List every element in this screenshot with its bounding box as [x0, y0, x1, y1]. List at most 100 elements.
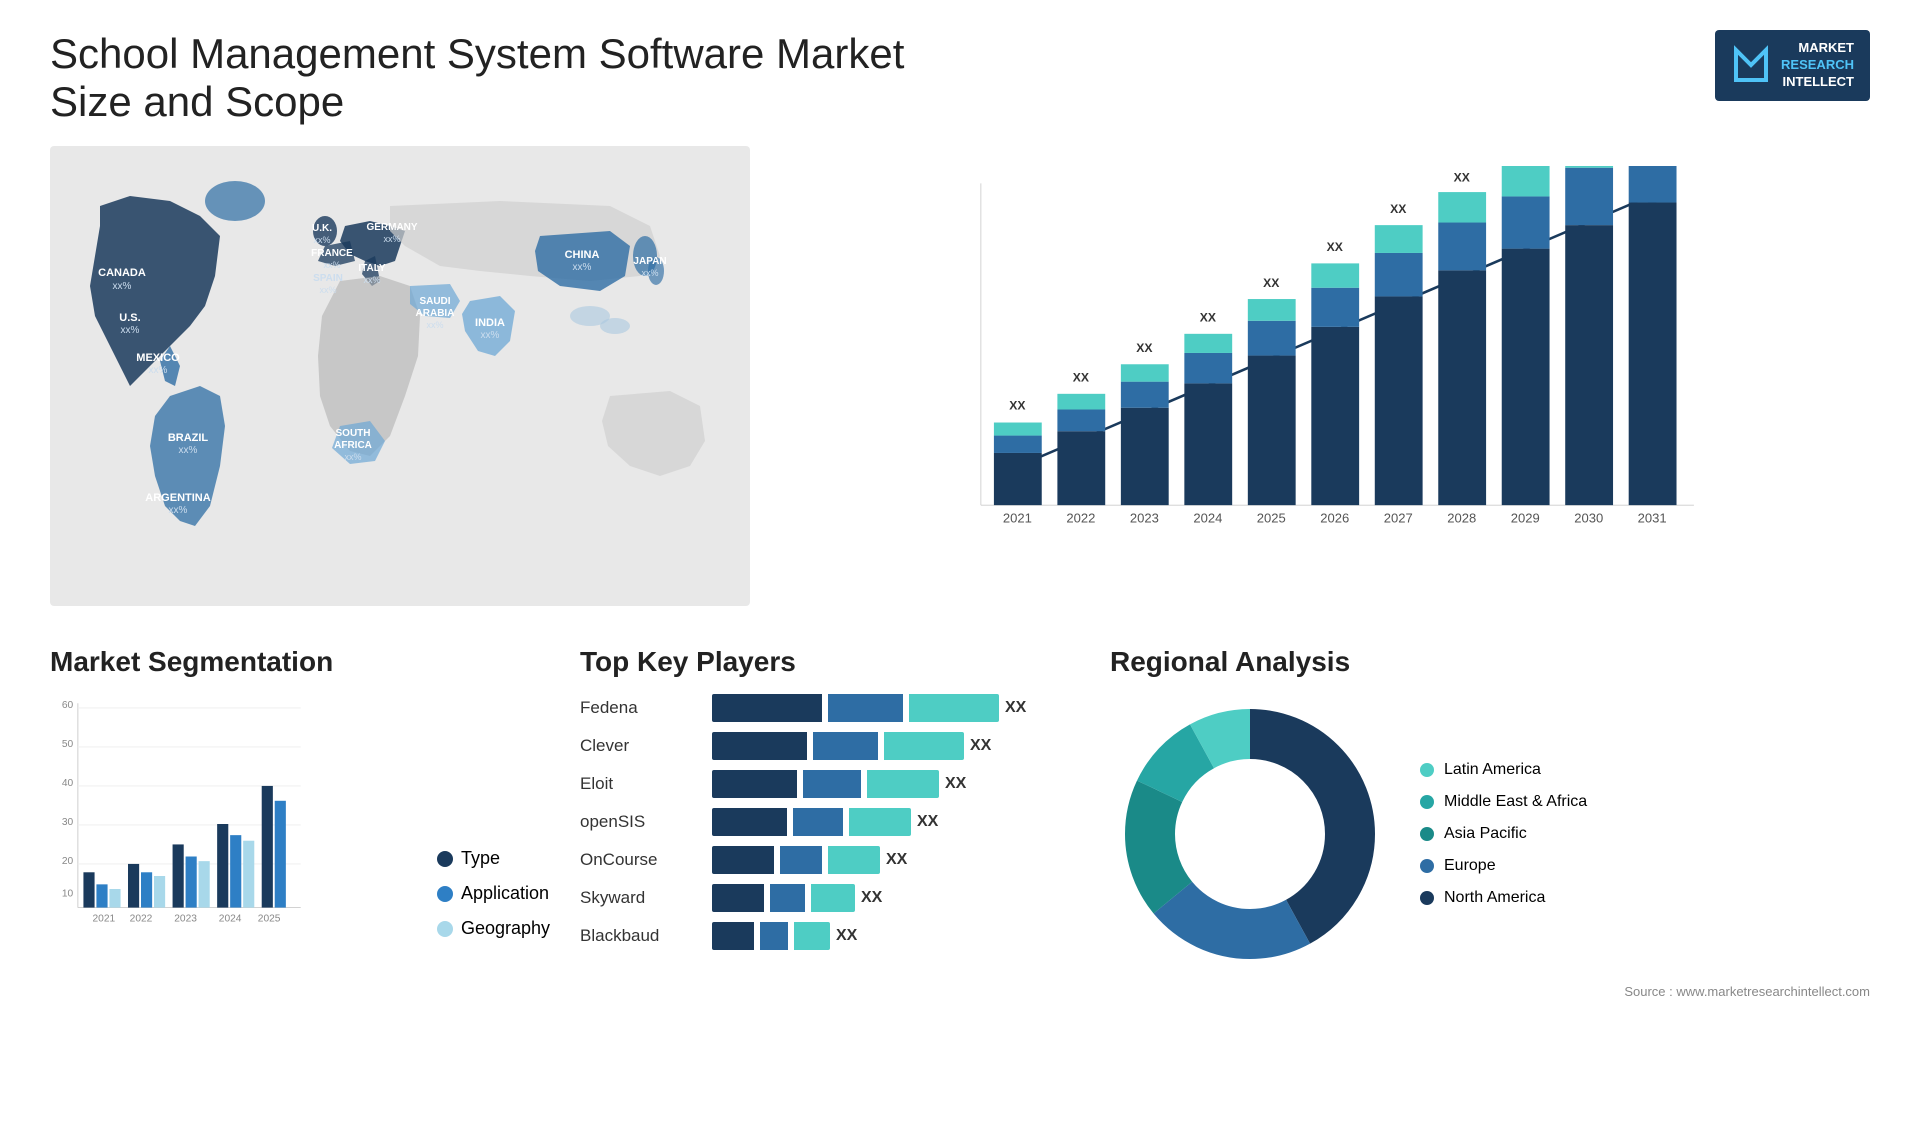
svg-text:xx%: xx% [319, 285, 336, 295]
legend-north-america: North America [1420, 889, 1587, 907]
player-value-eloit: XX [945, 775, 966, 793]
growth-chart-svg: XX XX XX XX XX [800, 166, 1840, 566]
bar-mid [760, 922, 788, 950]
donut-wrapper [1110, 694, 1390, 974]
dot-latin-america [1420, 763, 1434, 777]
bar-mid [813, 732, 878, 760]
svg-text:SOUTH: SOUTH [336, 428, 371, 439]
player-value-opensis: XX [917, 813, 938, 831]
svg-text:XX: XX [1073, 371, 1089, 385]
player-name-skyward: Skyward [580, 888, 700, 908]
svg-text:2031: 2031 [1638, 511, 1667, 526]
svg-text:MEXICO: MEXICO [136, 352, 180, 364]
player-value-skyward: XX [861, 889, 882, 907]
svg-text:AFRICA: AFRICA [334, 440, 372, 451]
svg-text:2030: 2030 [1574, 511, 1603, 526]
bar-mid [780, 846, 822, 874]
bar-light [849, 808, 911, 836]
legend-dot-type [437, 851, 453, 867]
page-wrapper: School Management System Software Market… [0, 0, 1920, 1146]
legend-middle-east: Middle East & Africa [1420, 793, 1587, 811]
svg-text:xx%: xx% [121, 325, 140, 336]
bar-light [867, 770, 939, 798]
svg-text:xx%: xx% [383, 234, 400, 244]
player-value-clever: XX [970, 737, 991, 755]
bar-mid [803, 770, 861, 798]
svg-text:XX: XX [1454, 171, 1470, 185]
regional-legend: Latin America Middle East & Africa Asia … [1420, 761, 1587, 907]
svg-text:XX: XX [1200, 311, 1216, 325]
map-container: CANADA xx% U.S. xx% MEXICO xx% BRAZIL xx… [50, 146, 750, 606]
player-row-opensis: openSIS XX [580, 808, 1080, 836]
legend-label-geography: Geography [461, 918, 550, 939]
regional-title: Regional Analysis [1110, 646, 1870, 678]
svg-text:2021: 2021 [1003, 511, 1032, 526]
svg-text:FRANCE: FRANCE [311, 248, 353, 259]
svg-text:10: 10 [62, 888, 74, 899]
legend-latin-america: Latin America [1420, 761, 1587, 779]
top-section: CANADA xx% U.S. xx% MEXICO xx% BRAZIL xx… [50, 146, 1870, 606]
player-name-eloit: Eloit [580, 774, 700, 794]
bottom-section: Market Segmentation 60 50 40 30 20 1 [50, 646, 1870, 999]
svg-text:U.S.: U.S. [119, 312, 140, 324]
player-bars-blackbaud: XX [712, 922, 1080, 950]
svg-text:CANADA: CANADA [98, 267, 146, 279]
bar-dark [712, 694, 822, 722]
svg-text:GERMANY: GERMANY [366, 222, 417, 233]
legend-geography: Geography [437, 918, 550, 939]
bar-mid [828, 694, 903, 722]
svg-text:SAUDI: SAUDI [419, 296, 450, 307]
svg-text:xx%: xx% [573, 262, 592, 273]
player-row-oncourse: OnCourse XX [580, 846, 1080, 874]
svg-text:xx%: xx% [344, 452, 361, 462]
svg-text:xx%: xx% [169, 505, 188, 516]
player-row-skyward: Skyward XX [580, 884, 1080, 912]
legend-dot-application [437, 886, 453, 902]
header: School Management System Software Market… [50, 30, 1870, 126]
player-row-blackbaud: Blackbaud XX [580, 922, 1080, 950]
svg-text:2024: 2024 [1193, 511, 1222, 526]
world-map-svg: CANADA xx% U.S. xx% MEXICO xx% BRAZIL xx… [50, 146, 750, 606]
svg-text:xx%: xx% [179, 445, 198, 456]
segmentation-title: Market Segmentation [50, 646, 550, 678]
svg-text:2026: 2026 [1320, 511, 1349, 526]
label-north-america: North America [1444, 889, 1545, 907]
svg-text:INDIA: INDIA [475, 317, 505, 329]
bar-mid [793, 808, 843, 836]
player-bars-eloit: XX [712, 770, 1080, 798]
svg-text:2029: 2029 [1511, 511, 1540, 526]
svg-text:50: 50 [62, 739, 74, 750]
bar-light [811, 884, 855, 912]
logo-text: MARKET RESEARCH INTELLECT [1781, 40, 1854, 91]
svg-text:60: 60 [62, 700, 74, 711]
bar-dark [712, 922, 754, 950]
players-list: Fedena XX Clever XX [580, 694, 1080, 950]
player-bars-skyward: XX [712, 884, 1080, 912]
svg-text:CHINA: CHINA [565, 249, 600, 261]
seg-legend: Type Application Geography [437, 848, 550, 959]
svg-text:2024: 2024 [219, 914, 242, 925]
svg-text:XX: XX [1136, 341, 1152, 355]
player-row-eloit: Eloit XX [580, 770, 1080, 798]
logo-area: MARKET RESEARCH INTELLECT [1715, 30, 1870, 101]
dot-middle-east [1420, 795, 1434, 809]
label-europe: Europe [1444, 857, 1496, 875]
key-players-title: Top Key Players [580, 646, 1080, 678]
seg-chart-svg: 60 50 40 30 20 10 [50, 694, 310, 954]
svg-text:xx%: xx% [426, 320, 443, 330]
svg-text:20: 20 [62, 856, 74, 867]
svg-text:30: 30 [62, 817, 74, 828]
bar-dark [712, 770, 797, 798]
label-asia-pacific: Asia Pacific [1444, 825, 1527, 843]
svg-text:xx%: xx% [641, 268, 658, 278]
svg-text:ARGENTINA: ARGENTINA [145, 492, 210, 504]
seg-bars: 60 50 40 30 20 10 [50, 694, 417, 959]
svg-text:xx%: xx% [149, 365, 168, 376]
bar-mid [770, 884, 805, 912]
legend-asia-pacific: Asia Pacific [1420, 825, 1587, 843]
dot-europe [1420, 859, 1434, 873]
legend-dot-geography [437, 921, 453, 937]
regional-chart: Latin America Middle East & Africa Asia … [1110, 694, 1870, 974]
bar-light [884, 732, 964, 760]
player-value-oncourse: XX [886, 851, 907, 869]
